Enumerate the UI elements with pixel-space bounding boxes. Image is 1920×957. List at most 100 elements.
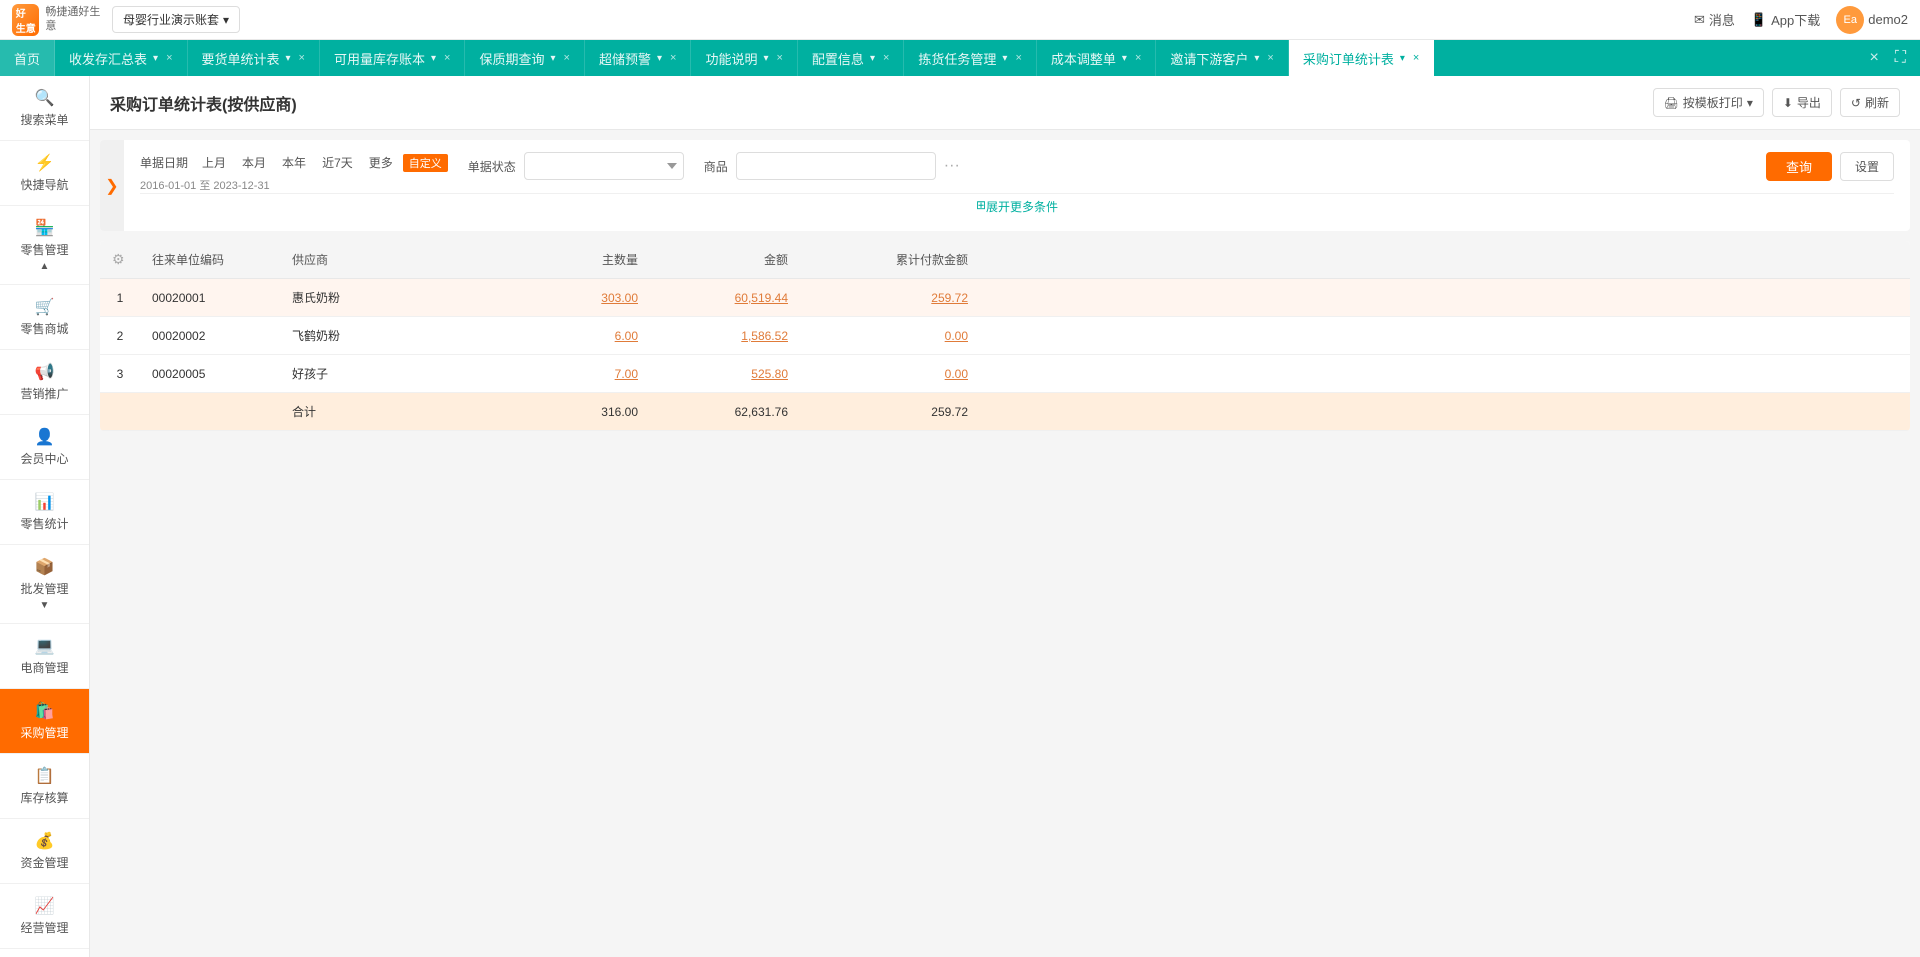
row-qty-2[interactable]: 6.00 (530, 317, 650, 355)
close-icon[interactable]: × (166, 52, 172, 64)
close-icon[interactable]: × (299, 52, 305, 64)
table-settings-icon[interactable]: ⚙ (112, 251, 125, 267)
message-button[interactable]: ✉ 消息 (1694, 10, 1735, 29)
tab-purchase-stats[interactable]: 要货单统计表 ▾ × (188, 40, 320, 76)
tab-available-inventory-label: 可用量库存账本 (334, 49, 425, 68)
table-row[interactable]: 1 00020001 惠氏奶粉 303.00 60,519.44 (100, 279, 1910, 317)
export-button[interactable]: ⬇ 导出 (1772, 88, 1832, 117)
sidebar-item-finance[interactable]: 💰 资金管理 (0, 819, 89, 884)
goods-more-icon[interactable]: ··· (944, 157, 960, 175)
user-name: demo2 (1868, 12, 1908, 27)
filter-collapse-button[interactable]: ❯ (100, 140, 124, 231)
tab-picking-task[interactable]: 拣货任务管理 ▾ × (904, 40, 1036, 76)
maximize-icon[interactable]: ⛶ (1889, 47, 1912, 69)
row-paid-2[interactable]: 0.00 (800, 317, 980, 355)
tab-home[interactable]: 首页 (0, 40, 55, 76)
col-header-code: 往来单位编码 (140, 241, 280, 279)
close-icon[interactable]: × (1135, 52, 1141, 64)
date-custom-tag[interactable]: 自定义 (403, 154, 448, 172)
export-label: 导出 (1797, 94, 1821, 111)
chevron-down-icon: ▾ (1254, 53, 1259, 64)
sidebar-item-ecommerce[interactable]: 💻 电商管理 (0, 624, 89, 689)
refresh-button[interactable]: ↺ 刷新 (1840, 88, 1900, 117)
sidebar-item-marketing[interactable]: 📢 营销推广 (0, 350, 89, 415)
row-no-3: 3 (100, 355, 140, 393)
tab-expiry-query[interactable]: 保质期查询 ▾ × (465, 40, 584, 76)
row-supplier-3: 好孩子 (280, 355, 530, 393)
close-icon[interactable]: × (776, 52, 782, 64)
row-paid-3[interactable]: 0.00 (800, 355, 980, 393)
close-icon[interactable]: × (1413, 52, 1419, 64)
user-area[interactable]: Ea demo2 (1836, 6, 1908, 34)
expand-more-row[interactable]: ⊞ 展开更多条件 (140, 193, 1894, 219)
close-icon[interactable]: × (1267, 52, 1273, 64)
row-qty-1[interactable]: 303.00 (530, 279, 650, 317)
table-row[interactable]: 3 00020005 好孩子 7.00 525.80 (100, 355, 1910, 393)
col-paid-label: 累计付款金额 (896, 253, 968, 267)
chart-icon: 📊 (35, 492, 55, 512)
row-supplier-2: 飞鹤奶粉 (280, 317, 530, 355)
date-more[interactable]: 更多 (363, 152, 399, 173)
date-separator: 至 (199, 180, 213, 192)
close-all-icon[interactable]: × (1863, 47, 1884, 69)
sidebar-item-retail-stats[interactable]: 📊 零售统计 (0, 480, 89, 545)
row-no-1: 1 (100, 279, 140, 317)
sidebar-item-basic-info[interactable]: ℹ️ 基础信息 (0, 949, 89, 957)
col-header-extra (980, 241, 1910, 279)
template-print-label: 按模板打印 (1683, 94, 1743, 111)
message-label: 消息 (1709, 10, 1735, 29)
row-qty-3[interactable]: 7.00 (530, 355, 650, 393)
sidebar-item-retail-mall[interactable]: 🛒 零售商城 (0, 285, 89, 350)
col-header-check: ⚙ (100, 241, 140, 279)
status-select[interactable] (524, 152, 684, 180)
tab-purchase-stats-label: 要货单统计表 (202, 49, 280, 68)
date-this-month[interactable]: 本月 (236, 152, 272, 173)
cart-icon: 🛒 (35, 297, 55, 317)
chevron-down-icon: ▾ (1122, 53, 1127, 64)
tab-cost-adjust[interactable]: 成本调整单 ▾ × (1037, 40, 1156, 76)
row-paid-1[interactable]: 259.72 (800, 279, 980, 317)
app-download-button[interactable]: 📱 App下载 (1751, 10, 1820, 29)
sidebar-item-quick-nav[interactable]: ⚡ 快捷导航 (0, 141, 89, 206)
sidebar-item-retail[interactable]: 🏪 零售管理 ▲ (0, 206, 89, 285)
table-row[interactable]: 2 00020002 飞鹤奶粉 6.00 1,586.52 (100, 317, 1910, 355)
sidebar-item-inventory[interactable]: 📋 库存核算 (0, 754, 89, 819)
close-icon[interactable]: × (883, 52, 889, 64)
tab-config-info[interactable]: 配置信息 ▾ × (798, 40, 904, 76)
template-print-button[interactable]: 🖨 按模板打印 ▾ (1653, 88, 1764, 117)
settings-button[interactable]: 设置 (1840, 152, 1894, 181)
expand-more-icon: ⊞ (976, 198, 986, 215)
close-icon[interactable]: × (444, 52, 450, 64)
date-this-year[interactable]: 本年 (276, 152, 312, 173)
tab-purchase-order-stats[interactable]: 采购订单统计表 ▾ × (1289, 40, 1434, 76)
close-icon[interactable]: × (670, 52, 676, 64)
sidebar-item-search[interactable]: 🔍 搜索菜单 (0, 76, 89, 141)
query-button[interactable]: 查询 (1766, 152, 1832, 181)
sidebar-item-purchase[interactable]: 🛍️ 采购管理 (0, 689, 89, 754)
workspace-selector[interactable]: 母婴行业演示账套 ▾ (112, 6, 240, 33)
tab-function-desc[interactable]: 功能说明 ▾ × (691, 40, 797, 76)
close-icon[interactable]: × (1015, 52, 1021, 64)
row-amount-2[interactable]: 1,586.52 (650, 317, 800, 355)
tab-available-inventory[interactable]: 可用量库存账本 ▾ × (320, 40, 465, 76)
goods-input[interactable] (736, 152, 936, 180)
tab-cost-adjust-label: 成本调整单 (1051, 49, 1116, 68)
trend-icon: 📈 (35, 896, 55, 916)
printer-icon: 🖨 (1664, 96, 1679, 110)
sidebar-item-member[interactable]: 👤 会员中心 (0, 415, 89, 480)
tab-config-info-label: 配置信息 (812, 49, 864, 68)
sidebar-item-operation[interactable]: 📈 经营管理 (0, 884, 89, 949)
tab-overstock-warning[interactable]: 超储预警 ▾ × (585, 40, 691, 76)
col-amount-label: 金额 (764, 253, 788, 267)
tab-invite-downstream[interactable]: 邀请下游客户 ▾ × (1156, 40, 1288, 76)
date-last-month[interactable]: 上月 (196, 152, 232, 173)
row-amount-3[interactable]: 525.80 (650, 355, 800, 393)
main-content: 采购订单统计表(按供应商) 🖨 按模板打印 ▾ ⬇ 导出 ↺ 刷新 (90, 76, 1920, 957)
store-icon: 🏪 (35, 218, 55, 238)
sidebar-item-wholesale[interactable]: 📦 批发管理 ▼ (0, 545, 89, 624)
tab-receive-summary[interactable]: 收发存汇总表 ▾ × (55, 40, 187, 76)
workspace-chevron-icon: ▾ (223, 13, 229, 27)
date-last-7-days[interactable]: 近7天 (316, 152, 359, 173)
close-icon[interactable]: × (564, 52, 570, 64)
row-amount-1[interactable]: 60,519.44 (650, 279, 800, 317)
